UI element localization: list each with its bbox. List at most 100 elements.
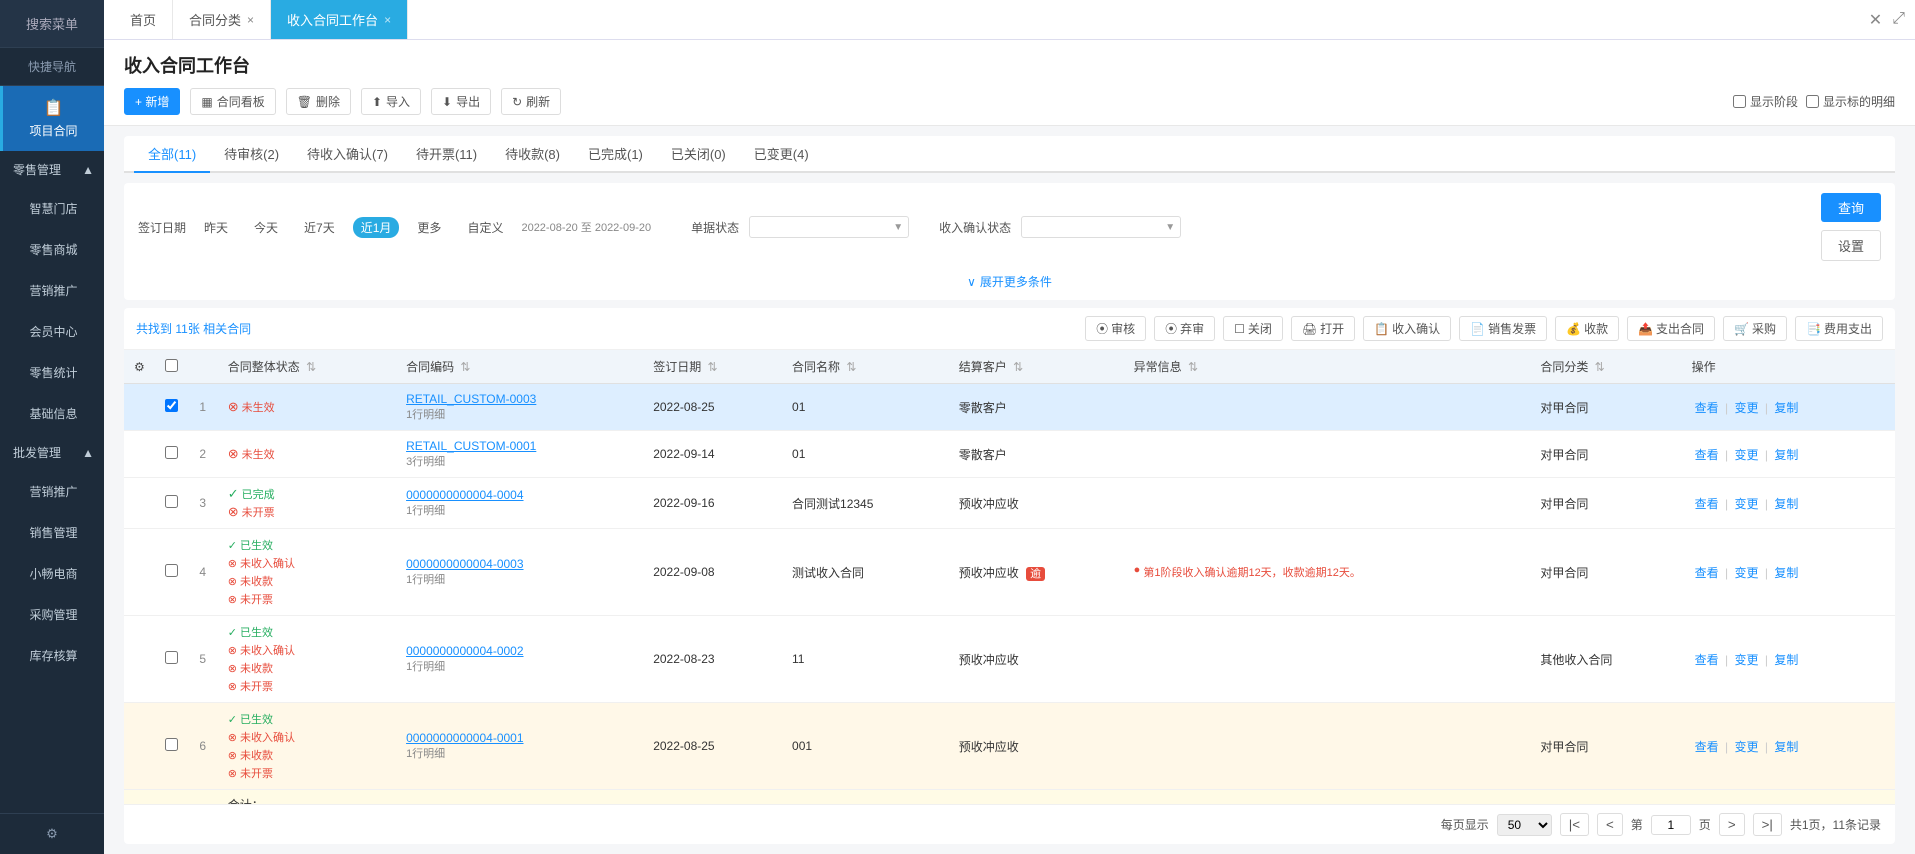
sales-invoice-button[interactable]: 📄 销售发票 — [1459, 316, 1547, 341]
op-view-6[interactable]: 查看 — [1692, 740, 1722, 754]
export-button[interactable]: ⬇ 导出 — [431, 88, 491, 115]
status-tab-pending-payment[interactable]: 待收款(8) — [491, 136, 574, 173]
sidebar-item-xiaochang[interactable]: 小畅电商 — [0, 553, 104, 594]
set-button[interactable]: 设置 — [1821, 230, 1881, 261]
print-button[interactable]: 🖨 打开 — [1291, 316, 1355, 341]
status-tab-all[interactable]: 全部(11) — [134, 136, 210, 173]
page-number-input[interactable] — [1651, 815, 1691, 835]
op-view-2[interactable]: 查看 — [1692, 448, 1722, 462]
abandon-button[interactable]: ⦿ 弃审 — [1154, 316, 1215, 341]
contract-code-link-1[interactable]: RETAIL_CUSTOM-0003 — [406, 392, 536, 406]
show-detail-input[interactable] — [1806, 95, 1819, 108]
sidebar-item-retail-mall[interactable]: 零售商城 — [0, 229, 104, 270]
tab-close-income-workbench[interactable]: × — [384, 13, 391, 27]
status-tab-pending-invoice[interactable]: 待开票(11) — [402, 136, 491, 173]
income-confirm-select[interactable] — [1021, 216, 1181, 238]
query-button[interactable]: 查询 — [1821, 193, 1881, 222]
status-tab-closed[interactable]: 已关闭(0) — [657, 136, 740, 173]
op-view-5[interactable]: 查看 — [1692, 653, 1722, 667]
op-change-1[interactable]: 变更 — [1731, 401, 1761, 415]
status-tab-pending-review[interactable]: 待审核(2) — [210, 136, 293, 173]
contract-code-link-5[interactable]: 0000000000004-0002 — [406, 644, 523, 658]
contract-code-link-4[interactable]: 0000000000004-0003 — [406, 557, 523, 571]
payment-button[interactable]: 💰 收款 — [1555, 316, 1619, 341]
page-next-btn[interactable]: > — [1719, 813, 1745, 836]
op-change-3[interactable]: 变更 — [1731, 497, 1761, 511]
expense-out-button[interactable]: 📤 支出合同 — [1627, 316, 1715, 341]
tab-contract-category[interactable]: 合同分类 × — [173, 0, 271, 39]
op-copy-3[interactable]: 复制 — [1771, 497, 1801, 511]
tab-income-workbench[interactable]: 收入合同工作台 × — [271, 0, 408, 39]
status-tab-changed[interactable]: 已变更(4) — [740, 136, 823, 173]
sidebar-item-sales-mgmt[interactable]: 销售管理 — [0, 512, 104, 553]
status-tab-completed[interactable]: 已完成(1) — [574, 136, 657, 173]
page-size-select[interactable]: 50 100 — [1497, 814, 1552, 836]
sidebar-item-purchase[interactable]: 采购管理 — [0, 594, 104, 635]
op-view-4[interactable]: 查看 — [1692, 566, 1722, 580]
sidebar-search[interactable]: 搜索菜单 — [0, 0, 104, 48]
date-btn-1month[interactable]: 近1月 — [353, 217, 400, 238]
sidebar-item-smart-shop[interactable]: 智慧门店 — [0, 188, 104, 229]
sidebar-item-marketing[interactable]: 营销推广 — [0, 270, 104, 311]
page-last-btn[interactable]: >| — [1753, 813, 1782, 836]
op-change-2[interactable]: 变更 — [1731, 448, 1761, 462]
import-button[interactable]: ⬆ 导入 — [361, 88, 421, 115]
sidebar-item-inventory[interactable]: 库存核算 — [0, 635, 104, 676]
sidebar-item-member[interactable]: 会员中心 — [0, 311, 104, 352]
op-view-3[interactable]: 查看 — [1692, 497, 1722, 511]
show-stage-checkbox[interactable]: 显示阶段 — [1733, 93, 1798, 110]
purchase-button[interactable]: 🛒 采购 — [1723, 316, 1787, 341]
new-button[interactable]: + 新增 — [124, 88, 180, 115]
sidebar-nav[interactable]: 快捷导航 — [0, 48, 104, 86]
contract-board-button[interactable]: ▦ 合同看板 — [190, 88, 275, 115]
tab-close-contract-category[interactable]: × — [247, 13, 254, 27]
contract-code-link-3[interactable]: 0000000000004-0004 — [406, 488, 523, 502]
delete-button[interactable]: 🗑 删除 — [286, 88, 351, 115]
maximize-icon[interactable]: ⤢ — [1892, 10, 1905, 30]
sidebar-item-batch-mgmt[interactable]: 批发管理 ▲ — [0, 434, 104, 471]
sidebar-item-retail-stat[interactable]: 零售统计 — [0, 352, 104, 393]
op-change-6[interactable]: 变更 — [1731, 740, 1761, 754]
op-view-1[interactable]: 查看 — [1692, 401, 1722, 415]
op-change-5[interactable]: 变更 — [1731, 653, 1761, 667]
row-checkbox-1[interactable] — [165, 399, 178, 412]
status-tab-pending-income-confirm[interactable]: 待收入确认(7) — [293, 136, 402, 173]
op-copy-1[interactable]: 复制 — [1771, 401, 1801, 415]
show-detail-checkbox[interactable]: 显示标的明细 — [1806, 93, 1895, 110]
op-change-4[interactable]: 变更 — [1731, 566, 1761, 580]
page-first-btn[interactable]: |< — [1560, 813, 1589, 836]
op-copy-6[interactable]: 复制 — [1771, 740, 1801, 754]
doc-status-select[interactable] — [749, 216, 909, 238]
show-stage-input[interactable] — [1733, 95, 1746, 108]
refresh-button[interactable]: ↻ 刷新 — [501, 88, 561, 115]
select-all-checkbox[interactable] — [165, 359, 178, 372]
contract-code-link-6[interactable]: 0000000000004-0001 — [406, 731, 523, 745]
op-copy-4[interactable]: 复制 — [1771, 566, 1801, 580]
sidebar-item-retail-mgmt[interactable]: 零售管理 ▲ — [0, 151, 104, 188]
expand-more-button[interactable]: ∨ 展开更多条件 — [967, 273, 1052, 290]
income-confirm-button[interactable]: 📋 收入确认 — [1363, 316, 1451, 341]
row-checkbox-3[interactable] — [165, 495, 178, 508]
col-settings[interactable]: ⚙ — [124, 350, 155, 384]
close-button[interactable]: ☐ 关闭 — [1223, 316, 1283, 341]
contract-code-link-2[interactable]: RETAIL_CUSTOM-0001 — [406, 439, 536, 453]
expense-pay-button[interactable]: 📑 费用支出 — [1795, 316, 1883, 341]
sidebar-settings[interactable]: ⚙ — [0, 813, 104, 854]
row-checkbox-5[interactable] — [165, 651, 178, 664]
date-btn-custom[interactable]: 自定义 — [459, 217, 511, 238]
close-all-icon[interactable]: ✕ — [1869, 10, 1882, 30]
row-checkbox-4[interactable] — [165, 564, 178, 577]
date-btn-today[interactable]: 今天 — [246, 217, 286, 238]
op-copy-5[interactable]: 复制 — [1771, 653, 1801, 667]
tab-home[interactable]: 首页 — [114, 0, 173, 39]
row-checkbox-6[interactable] — [165, 738, 178, 751]
page-prev-btn[interactable]: < — [1597, 813, 1623, 836]
sidebar-item-basic-info[interactable]: 基础信息 — [0, 393, 104, 434]
date-btn-more[interactable]: 更多 — [409, 217, 449, 238]
op-copy-2[interactable]: 复制 — [1771, 448, 1801, 462]
date-btn-yesterday[interactable]: 昨天 — [196, 217, 236, 238]
row-checkbox-2[interactable] — [165, 446, 178, 459]
review-button[interactable]: ⦿ 审核 — [1085, 316, 1146, 341]
sidebar-item-marketing2[interactable]: 营销推广 — [0, 471, 104, 512]
date-btn-7days[interactable]: 近7天 — [296, 217, 343, 238]
